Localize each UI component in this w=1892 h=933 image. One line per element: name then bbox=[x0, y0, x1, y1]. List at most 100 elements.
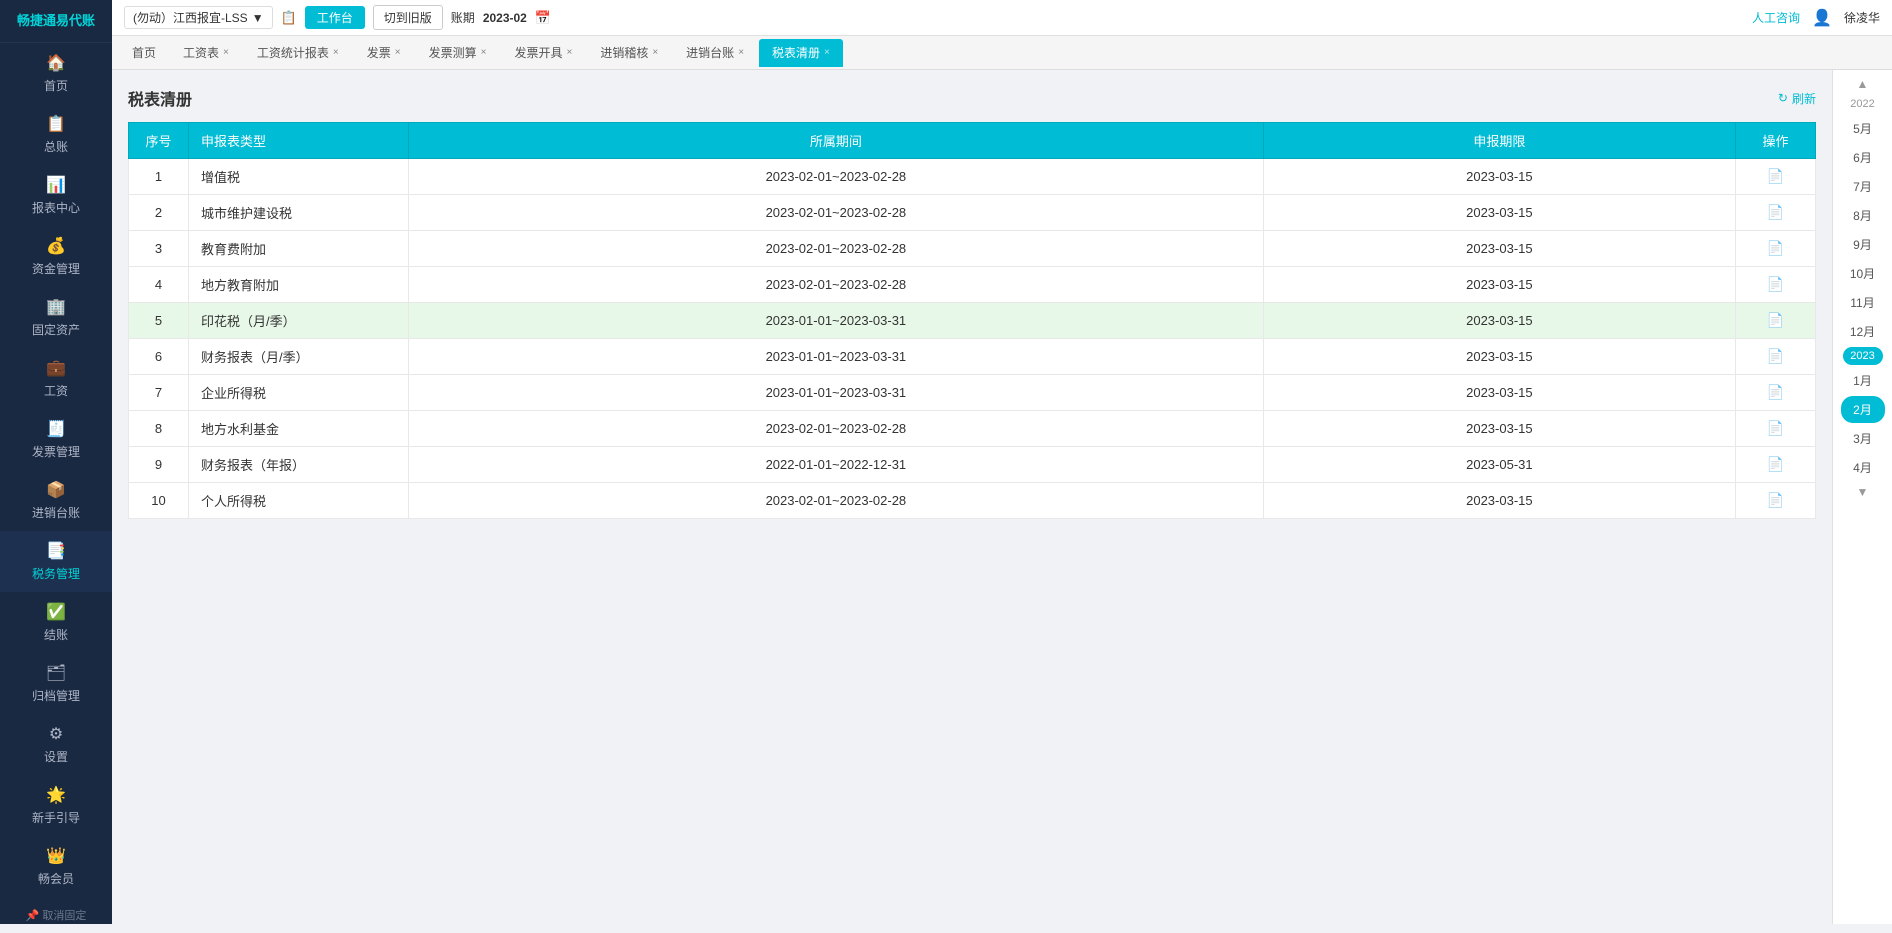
sidebar-item-close[interactable]: ✅ 结账 bbox=[0, 592, 112, 653]
month-1[interactable]: 1月 bbox=[1841, 367, 1885, 394]
sidebar-item-vip[interactable]: 👑 畅会员 bbox=[0, 836, 112, 897]
tab-purchase-ledger-close[interactable]: × bbox=[738, 47, 744, 58]
tab-tax-register[interactable]: 税表清册 × bbox=[759, 39, 843, 67]
action-icon[interactable]: 📄 bbox=[1767, 384, 1784, 400]
tab-invoice-calc-close[interactable]: × bbox=[481, 47, 487, 58]
cell-deadline: 2023-05-31 bbox=[1263, 447, 1735, 483]
tab-salary-label: 工资表 bbox=[183, 44, 219, 61]
cell-action: 📄 bbox=[1736, 447, 1816, 483]
tabbar: 首页 工资表 × 工资统计报表 × 发票 × 发票测算 × 发票开具 × 进销稽… bbox=[112, 36, 1892, 70]
month-5[interactable]: 5月 bbox=[1841, 115, 1885, 142]
tab-tax-register-close[interactable]: × bbox=[824, 47, 830, 58]
action-icon[interactable]: 📄 bbox=[1767, 456, 1784, 472]
sidebar-item-assets[interactable]: 🏢 固定资产 bbox=[0, 287, 112, 348]
tab-invoice-calc[interactable]: 发票测算 × bbox=[416, 39, 500, 67]
sidebar-item-tax[interactable]: 📑 税务管理 bbox=[0, 531, 112, 592]
sidebar-item-ledger[interactable]: 📋 总账 bbox=[0, 104, 112, 165]
tab-purchase-ledger[interactable]: 进销台账 × bbox=[673, 39, 757, 67]
workbench-button[interactable]: 工作台 bbox=[305, 6, 365, 29]
table-row: 2 城市维护建设税 2023-02-01~2023-02-28 2023-03-… bbox=[129, 195, 1816, 231]
month-4[interactable]: 4月 bbox=[1841, 454, 1885, 481]
month-8[interactable]: 8月 bbox=[1841, 202, 1885, 229]
switch-old-button[interactable]: 切到旧版 bbox=[373, 5, 443, 30]
month-11[interactable]: 11月 bbox=[1841, 289, 1885, 316]
action-icon[interactable]: 📄 bbox=[1767, 492, 1784, 508]
tab-invoice-label: 发票 bbox=[367, 44, 391, 61]
page-title: 税表清册 bbox=[128, 86, 192, 110]
cell-deadline: 2023-03-15 bbox=[1263, 267, 1735, 303]
tab-salary-close[interactable]: × bbox=[223, 47, 229, 58]
month-6[interactable]: 6月 bbox=[1841, 144, 1885, 171]
cell-seq: 7 bbox=[129, 375, 189, 411]
calendar-icon[interactable]: 📅 bbox=[535, 10, 551, 26]
action-icon[interactable]: 📄 bbox=[1767, 168, 1784, 184]
page-content: 税表清册 ↻ 刷新 序号 申报表类型 所属期间 申报期限 操作 bbox=[112, 70, 1892, 924]
sidebar-item-finance[interactable]: 💰 资金管理 bbox=[0, 226, 112, 287]
scroll-up-button[interactable]: ▲ bbox=[1851, 74, 1875, 94]
table-row: 7 企业所得税 2023-01-01~2023-03-31 2023-03-15… bbox=[129, 375, 1816, 411]
action-icon[interactable]: 📄 bbox=[1767, 276, 1784, 292]
topbar-right: 人工咨询 👤 徐凌华 bbox=[1752, 8, 1880, 28]
page-header: 税表清册 ↻ 刷新 bbox=[128, 86, 1816, 110]
scroll-down-button[interactable]: ▼ bbox=[1851, 482, 1875, 502]
cell-deadline: 2023-03-15 bbox=[1263, 375, 1735, 411]
cell-seq: 5 bbox=[129, 303, 189, 339]
month-10[interactable]: 10月 bbox=[1841, 260, 1885, 287]
action-icon[interactable]: 📄 bbox=[1767, 204, 1784, 220]
tab-salary-stats-close[interactable]: × bbox=[333, 47, 339, 58]
tab-salary[interactable]: 工资表 × bbox=[170, 39, 242, 67]
tab-invoice[interactable]: 发票 × bbox=[354, 39, 414, 67]
tab-audit-label: 进销稽核 bbox=[600, 44, 648, 61]
cell-action: 📄 bbox=[1736, 375, 1816, 411]
tab-invoice-open[interactable]: 发票开具 × bbox=[501, 39, 585, 67]
archive-icon: 🗂 bbox=[46, 663, 66, 683]
close-accounts-icon: ✅ bbox=[46, 602, 66, 622]
sidebar-item-archive[interactable]: 🗂 归档管理 bbox=[0, 653, 112, 714]
sidebar-item-report[interactable]: 📊 报表中心 bbox=[0, 165, 112, 226]
table-header-row: 序号 申报表类型 所属期间 申报期限 操作 bbox=[129, 123, 1816, 159]
month-2-active[interactable]: 2月 bbox=[1841, 396, 1885, 423]
cell-seq: 6 bbox=[129, 339, 189, 375]
refresh-icon: ↻ bbox=[1778, 91, 1788, 105]
cell-period: 2023-02-01~2023-02-28 bbox=[409, 159, 1264, 195]
action-icon[interactable]: 📄 bbox=[1767, 312, 1784, 328]
cell-type: 地方教育附加 bbox=[189, 267, 409, 303]
dropdown-icon: ▼ bbox=[252, 11, 264, 25]
cell-period: 2023-02-01~2023-02-28 bbox=[409, 267, 1264, 303]
cell-deadline: 2023-03-15 bbox=[1263, 339, 1735, 375]
month-3[interactable]: 3月 bbox=[1841, 425, 1885, 452]
vip-icon: 👑 bbox=[46, 846, 66, 866]
copy-icon[interactable]: 📋 bbox=[281, 10, 297, 26]
tab-audit-close[interactable]: × bbox=[652, 47, 658, 58]
tab-salary-stats[interactable]: 工资统计报表 × bbox=[244, 39, 352, 67]
sidebar-item-settings[interactable]: ⚙ 设置 bbox=[0, 714, 112, 775]
action-icon[interactable]: 📄 bbox=[1767, 240, 1784, 256]
tab-audit[interactable]: 进销稽核 × bbox=[587, 39, 671, 67]
tab-invoice-open-close[interactable]: × bbox=[566, 47, 572, 58]
home-icon: 🏠 bbox=[46, 53, 66, 73]
cell-action: 📄 bbox=[1736, 159, 1816, 195]
month-12[interactable]: 12月 bbox=[1841, 318, 1885, 345]
tab-home[interactable]: 首页 bbox=[120, 39, 168, 67]
refresh-button[interactable]: ↻ 刷新 bbox=[1778, 90, 1816, 107]
main-area: (勿动）江西报宜-LSS ▼ 📋 工作台 切到旧版 账期 2023-02 📅 人… bbox=[112, 0, 1892, 924]
month-9[interactable]: 9月 bbox=[1841, 231, 1885, 258]
unpin-button[interactable]: 📌 取消固定 bbox=[0, 897, 112, 933]
cell-type: 教育费附加 bbox=[189, 231, 409, 267]
action-icon[interactable]: 📄 bbox=[1767, 420, 1784, 436]
tax-icon: 📑 bbox=[46, 541, 66, 561]
sidebar-item-home[interactable]: 🏠 首页 bbox=[0, 43, 112, 104]
sidebar-item-guide[interactable]: 🌟 新手引导 bbox=[0, 775, 112, 836]
cell-seq: 2 bbox=[129, 195, 189, 231]
cell-deadline: 2023-03-15 bbox=[1263, 195, 1735, 231]
sidebar-item-salary[interactable]: 💼 工资 bbox=[0, 348, 112, 409]
cell-period: 2022-01-01~2022-12-31 bbox=[409, 447, 1264, 483]
sidebar-item-purchase-sales[interactable]: 📦 进销台账 bbox=[0, 470, 112, 531]
tab-invoice-close[interactable]: × bbox=[395, 47, 401, 58]
customer-service-button[interactable]: 人工咨询 bbox=[1752, 9, 1800, 26]
company-selector[interactable]: (勿动）江西报宜-LSS ▼ bbox=[124, 6, 273, 29]
sidebar-item-invoice[interactable]: 🧾 发票管理 bbox=[0, 409, 112, 470]
month-7[interactable]: 7月 bbox=[1841, 173, 1885, 200]
action-icon[interactable]: 📄 bbox=[1767, 348, 1784, 364]
cell-type: 城市维护建设税 bbox=[189, 195, 409, 231]
